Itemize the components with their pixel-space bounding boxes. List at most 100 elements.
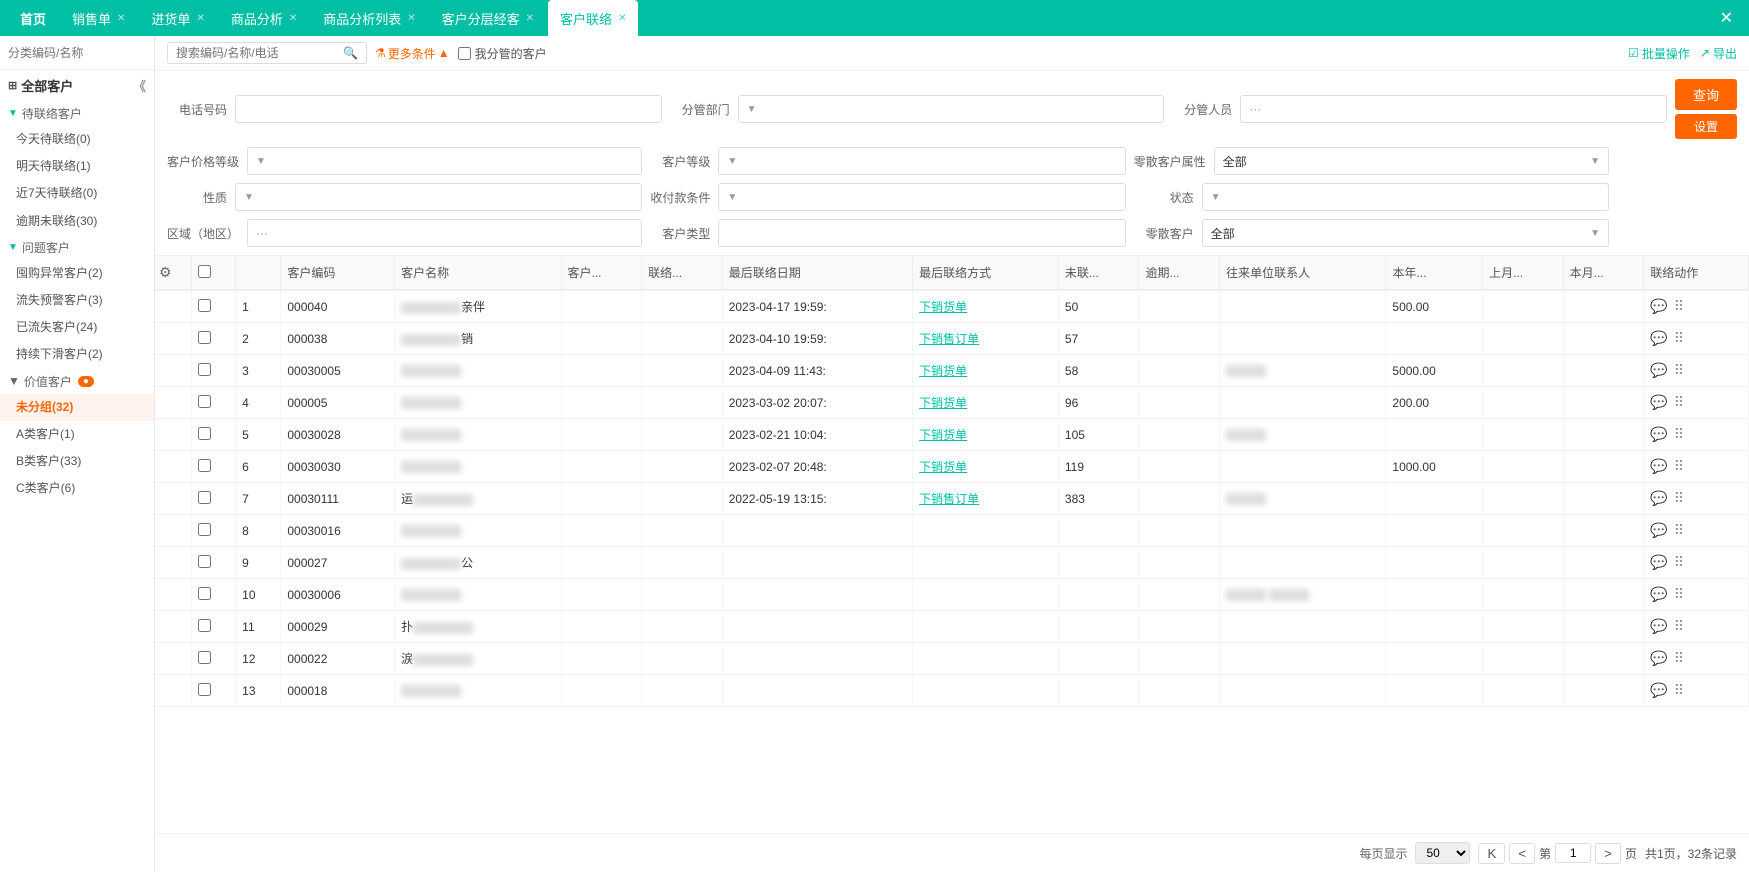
chat-icon[interactable]: 💬	[1650, 362, 1667, 379]
td-checkbox[interactable]	[191, 547, 236, 579]
row-checkbox[interactable]	[198, 651, 211, 664]
td-checkbox[interactable]	[191, 451, 236, 483]
more-icon[interactable]: ⠿	[1674, 490, 1684, 507]
nature-input[interactable]: ▼	[235, 183, 642, 211]
more-icon[interactable]: ⠿	[1674, 298, 1684, 315]
row-checkbox[interactable]	[198, 523, 211, 536]
td-action[interactable]: 💬 ⠿	[1644, 355, 1749, 387]
td-last-contact-method[interactable]: 下销货单	[913, 387, 1059, 419]
customer-type-input[interactable]	[718, 219, 1125, 247]
td-last-contact-method[interactable]	[913, 579, 1059, 611]
manager-dots[interactable]: ···	[1249, 102, 1261, 116]
td-action[interactable]: 💬 ⠿	[1644, 419, 1749, 451]
row-checkbox[interactable]	[198, 363, 211, 376]
td-last-contact-method[interactable]: 下销货单	[913, 355, 1059, 387]
sidebar-item-churned[interactable]: 已流失客户(24)	[0, 314, 154, 341]
td-last-contact-method[interactable]: 下销货单	[913, 290, 1059, 323]
region-dots[interactable]: ···	[256, 226, 268, 240]
chat-icon[interactable]: 💬	[1650, 426, 1667, 443]
export-btn[interactable]: ↗ 导出	[1700, 45, 1737, 62]
main-search-input[interactable]	[176, 46, 339, 60]
company-contact-column-header[interactable]: 往来单位联系人	[1220, 256, 1386, 290]
row-checkbox[interactable]	[198, 395, 211, 408]
price-level-input[interactable]: ▼	[247, 147, 642, 175]
td-checkbox[interactable]	[191, 419, 236, 451]
chat-icon[interactable]: 💬	[1650, 458, 1667, 475]
td-action[interactable]: 💬 ⠿	[1644, 547, 1749, 579]
td-action[interactable]: 💬 ⠿	[1644, 323, 1749, 355]
close-window-icon[interactable]: ✕	[1712, 8, 1741, 28]
chat-icon[interactable]: 💬	[1650, 586, 1667, 603]
row-checkbox[interactable]	[198, 299, 211, 312]
customer-level-input[interactable]: ▼	[718, 147, 1125, 175]
sidebar-item-week-pending[interactable]: 近7天待联络(0)	[0, 180, 154, 207]
batch-action-btn[interactable]: ☑ 批量操作	[1628, 45, 1690, 62]
page-number-input[interactable]	[1555, 843, 1591, 863]
chat-icon[interactable]: 💬	[1650, 394, 1667, 411]
main-search-box[interactable]: 🔍	[167, 42, 367, 64]
td-action[interactable]: 💬 ⠿	[1644, 643, 1749, 675]
td-action[interactable]: 💬 ⠿	[1644, 611, 1749, 643]
sidebar-item-class-a[interactable]: A类客户(1)	[0, 421, 154, 448]
contact-method-link[interactable]: 下销货单	[919, 428, 967, 442]
last-contact-date-column-header[interactable]: 最后联络日期	[722, 256, 912, 290]
this-month-column-header[interactable]: 本月...	[1563, 256, 1644, 290]
sidebar-group-pending[interactable]: ▼ 待联络客户	[0, 101, 154, 126]
tab-product-analysis[interactable]: 商品分析 ✕	[219, 0, 309, 36]
contact-method-link[interactable]: 下销货单	[919, 300, 967, 314]
sidebar-item-abnormal-customers[interactable]: 囤购异常客户(2)	[0, 260, 154, 287]
contact-method-link[interactable]: 下销货单	[919, 460, 967, 474]
more-icon[interactable]: ⠿	[1674, 586, 1684, 603]
chat-icon[interactable]: 💬	[1650, 618, 1667, 635]
contact-column-header[interactable]: 联络...	[642, 256, 723, 290]
chat-icon[interactable]: 💬	[1650, 330, 1667, 347]
more-icon[interactable]: ⠿	[1674, 394, 1684, 411]
select-all-checkbox[interactable]	[198, 265, 211, 278]
close-purchase-tab-icon[interactable]: ✕	[196, 13, 204, 24]
tab-sales[interactable]: 销售单 ✕	[60, 0, 137, 36]
sidebar-all-customers[interactable]: ⊞ 全部客户 《	[0, 70, 154, 101]
td-checkbox[interactable]	[191, 643, 236, 675]
td-last-contact-method[interactable]	[913, 611, 1059, 643]
row-checkbox[interactable]	[198, 587, 211, 600]
close-customer-segment-tab-icon[interactable]: ✕	[526, 13, 534, 24]
type-column-header[interactable]: 客户...	[561, 256, 642, 290]
td-action[interactable]: 💬 ⠿	[1644, 515, 1749, 547]
retail-attr-input[interactable]: 全部 ▼	[1214, 147, 1609, 175]
status-input[interactable]: ▼	[1202, 183, 1609, 211]
chat-icon[interactable]: 💬	[1650, 650, 1667, 667]
collapse-sidebar-icon[interactable]: 《	[133, 76, 146, 95]
td-action[interactable]: 💬 ⠿	[1644, 579, 1749, 611]
this-year-column-header[interactable]: 本年...	[1386, 256, 1483, 290]
td-checkbox[interactable]	[191, 579, 236, 611]
sidebar-item-class-c[interactable]: C类客户(6)	[0, 475, 154, 502]
chat-icon[interactable]: 💬	[1650, 490, 1667, 507]
first-page-btn[interactable]: K	[1478, 843, 1505, 864]
no-contact-column-header[interactable]: 未联...	[1058, 256, 1139, 290]
contact-method-link[interactable]: 下销售订单	[919, 492, 979, 506]
chat-icon[interactable]: 💬	[1650, 682, 1667, 699]
more-icon[interactable]: ⠿	[1674, 554, 1684, 571]
close-sales-tab-icon[interactable]: ✕	[117, 13, 125, 24]
more-icon[interactable]: ⠿	[1674, 426, 1684, 443]
td-checkbox[interactable]	[191, 355, 236, 387]
td-action[interactable]: 💬 ⠿	[1644, 290, 1749, 323]
td-checkbox[interactable]	[191, 515, 236, 547]
td-checkbox[interactable]	[191, 290, 236, 323]
more-icon[interactable]: ⠿	[1674, 362, 1684, 379]
row-checkbox[interactable]	[198, 555, 211, 568]
name-column-header[interactable]: 客户名称	[395, 256, 561, 290]
td-last-contact-method[interactable]: 下销货单	[913, 451, 1059, 483]
chat-icon[interactable]: 💬	[1650, 554, 1667, 571]
tab-purchase[interactable]: 进货单 ✕	[139, 0, 216, 36]
manager-input[interactable]: ···	[1240, 95, 1667, 123]
more-icon[interactable]: ⠿	[1674, 650, 1684, 667]
sidebar-item-churn-warning[interactable]: 流失预警客户(3)	[0, 287, 154, 314]
tab-customer-segment[interactable]: 客户分层经客 ✕	[430, 0, 546, 36]
contact-method-link[interactable]: 下销货单	[919, 396, 967, 410]
td-checkbox[interactable]	[191, 611, 236, 643]
sidebar-search-input[interactable]	[8, 46, 155, 60]
query-button[interactable]: 查询	[1675, 79, 1737, 110]
sidebar-group-problem[interactable]: ▼ 问题客户	[0, 235, 154, 260]
code-column-header[interactable]: 客户编码	[281, 256, 395, 290]
